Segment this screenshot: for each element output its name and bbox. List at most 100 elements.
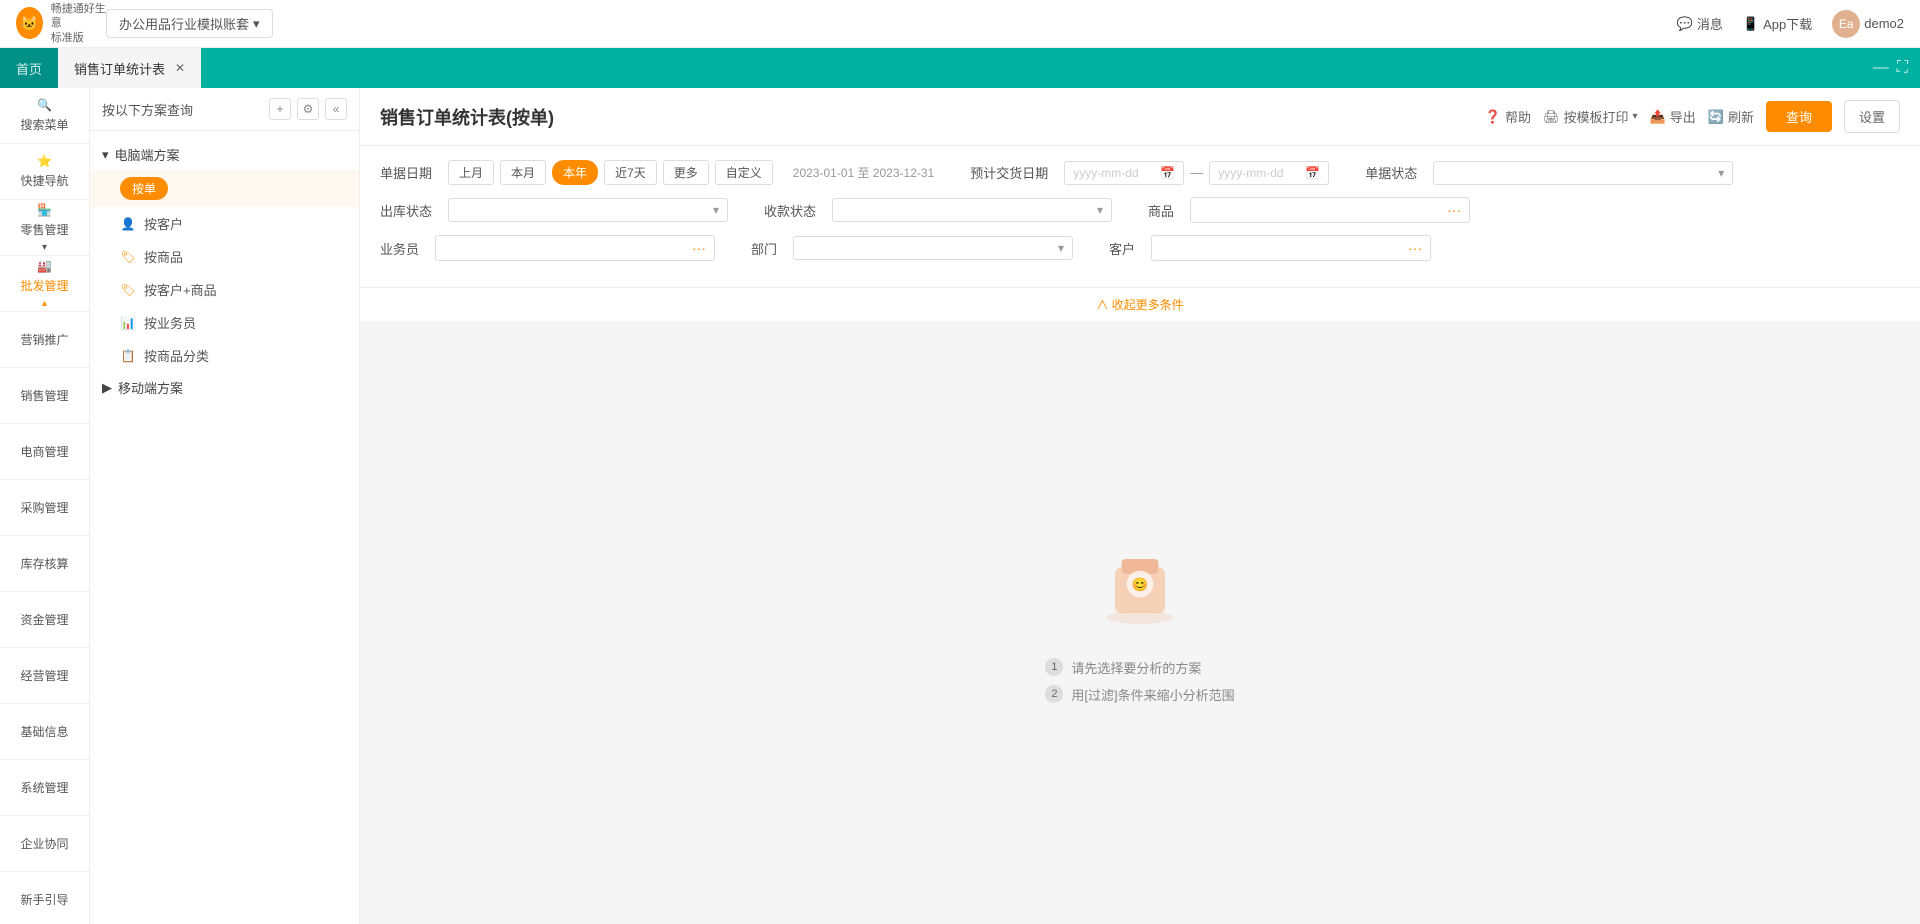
tree-item-by-salesperson[interactable]: 📊 按业务员	[90, 306, 359, 339]
tree-item-by-category[interactable]: 📋 按商品分类	[90, 339, 359, 372]
scheme-settings-btn[interactable]: ⚙	[297, 98, 319, 120]
tab-close-icon[interactable]: ✕	[175, 61, 185, 75]
collapse-bar[interactable]: ∧ 收起更多条件	[360, 287, 1920, 321]
chevron-down-dept: ▾	[1058, 241, 1064, 255]
tree-item-by-customer[interactable]: 👤 按客户	[90, 207, 359, 240]
date-btn-last-7-days[interactable]: 近7天	[604, 160, 657, 185]
sidebar-item-enterprise-agree[interactable]: 企业协同	[0, 816, 89, 872]
tree-item-by-order[interactable]: 按单	[90, 170, 359, 207]
sidebar-item-purchase[interactable]: 采购管理	[0, 480, 89, 536]
date-btn-this-year[interactable]: 本年	[552, 160, 598, 185]
date-btn-more[interactable]: 更多	[663, 160, 709, 185]
chevron-down-print: ▾	[1633, 111, 1638, 122]
print-icon: 🖨	[1543, 109, 1560, 125]
collection-status-label: 收款状态	[764, 201, 816, 220]
customer-icon: 👤	[120, 216, 136, 232]
tree-group-pc[interactable]: ▾ 电脑端方案	[90, 139, 359, 170]
filter-row-2: 出库状态 ▾ 收款状态 ▾ 商品 ···	[380, 197, 1900, 223]
help-icon: ❓	[1485, 109, 1501, 125]
app-download-btn[interactable]: 📱 App下载	[1743, 14, 1812, 33]
calendar-icon-start: 📅	[1160, 166, 1175, 180]
app-selector[interactable]: 办公用品行业模拟账套 ▾	[106, 9, 273, 38]
settings-button[interactable]: 设置	[1844, 100, 1900, 133]
message-icon: 💬	[1677, 16, 1693, 32]
chevron-right-icon-mobile: ▶	[102, 380, 112, 396]
expected-delivery-end[interactable]: yyyy-mm-dd 📅	[1209, 161, 1329, 185]
product-icon: 🏷	[120, 249, 136, 265]
svg-text:😊: 😊	[1132, 577, 1149, 592]
expected-delivery-input-group: yyyy-mm-dd 📅 — yyyy-mm-dd 📅	[1064, 161, 1329, 185]
tab-minimize-icon[interactable]: —	[1873, 59, 1889, 77]
dots-icon-salesperson[interactable]: ···	[692, 240, 706, 256]
add-scheme-btn[interactable]: +	[269, 98, 291, 120]
tree-section: ▾ 电脑端方案 按单 👤 按客户 🏷 按商品 🏷 按客户+商品	[90, 131, 359, 411]
chevron-down-collection: ▾	[1097, 203, 1103, 217]
user-avatar-area[interactable]: Ea demo2	[1832, 10, 1904, 38]
sidebar-item-inventory[interactable]: 库存核算	[0, 536, 89, 592]
sidebar-item-finance[interactable]: 资金管理	[0, 592, 89, 648]
template-print-btn[interactable]: 🖨 按模板打印 ▾	[1543, 107, 1638, 126]
customer-select[interactable]: ···	[1151, 235, 1431, 261]
date-shortcuts: 上月 本月 本年 近7天 更多 自定义	[448, 160, 773, 185]
filter-row-3: 业务员 ··· 部门 ▾ 客户 ···	[380, 235, 1900, 261]
date-range-text: 2023-01-01 至 2023-12-31	[793, 164, 934, 181]
tab-home[interactable]: 首页	[0, 48, 58, 88]
page-actions: ❓ 帮助 🖨 按模板打印 ▾ 📤 导出 🔄	[1485, 100, 1900, 133]
left-panel-header: 按以下方案查询 + ⚙ «	[90, 88, 359, 131]
order-status-select[interactable]: ▾	[1433, 161, 1733, 185]
sidebar-item-ecommerce[interactable]: 电商管理	[0, 424, 89, 480]
expected-delivery-start[interactable]: yyyy-mm-dd 📅	[1064, 161, 1184, 185]
refresh-btn[interactable]: 🔄 刷新	[1708, 107, 1754, 126]
query-button[interactable]: 查询	[1766, 101, 1832, 132]
tab-bar-actions: — ⛶	[1873, 59, 1920, 77]
empty-tips: 1 请先选择要分析的方案 2 用[过滤]条件来缩小分析范围	[1045, 658, 1234, 712]
date-btn-last-month[interactable]: 上月	[448, 160, 494, 185]
date-btn-this-month[interactable]: 本月	[500, 160, 546, 185]
sidebar-item-new-guide[interactable]: 新手引导	[0, 872, 89, 924]
tree-item-by-product[interactable]: 🏷 按商品	[90, 240, 359, 273]
tab-maximize-icon[interactable]: ⛶	[1897, 59, 1908, 77]
retail-icon: 🏪	[37, 203, 52, 217]
sidebar-item-marketing[interactable]: 营销推广	[0, 312, 89, 368]
tree-group-mobile[interactable]: ▶ 移动端方案	[90, 372, 359, 403]
tab-sales-order-stats[interactable]: 销售订单统计表 ✕	[58, 48, 201, 88]
chevron-down-order-status: ▾	[1718, 166, 1724, 180]
salesperson-select[interactable]: ···	[435, 235, 715, 261]
chevron-down-shipment: ▾	[713, 203, 719, 217]
sidebar-item-system[interactable]: 系统管理	[0, 760, 89, 816]
avatar: Ea	[1832, 10, 1860, 38]
shipment-status-select[interactable]: ▾	[448, 198, 728, 222]
mobile-icon: 📱	[1743, 16, 1759, 32]
salesperson-icon: 📊	[120, 315, 136, 331]
sidebar-item-quick-nav[interactable]: ⭐ 快捷导航	[0, 144, 89, 200]
product-label: 商品	[1148, 201, 1174, 220]
main-content: 销售订单统计表(按单) ❓ 帮助 🖨 按模板打印 ▾ 📤	[360, 88, 1920, 924]
collection-status-select[interactable]: ▾	[832, 198, 1112, 222]
sidebar-item-retail[interactable]: 🏪 零售管理 ▾	[0, 200, 89, 256]
collapse-icon-up: ∧	[1096, 298, 1111, 312]
tree-item-by-customer-product[interactable]: 🏷 按客户+商品	[90, 273, 359, 306]
product-select[interactable]: ···	[1190, 197, 1470, 223]
sidebar-item-sales[interactable]: 销售管理	[0, 368, 89, 424]
expand-icon: ▾	[42, 242, 47, 253]
help-btn[interactable]: ❓ 帮助	[1485, 107, 1531, 126]
sidebar-item-operations[interactable]: 经营管理	[0, 648, 89, 704]
logo-area: 🐱 畅捷通好生意 标准版	[16, 2, 106, 45]
export-btn[interactable]: 📤 导出	[1650, 107, 1696, 126]
customer-product-icon: 🏷	[120, 282, 136, 298]
department-select[interactable]: ▾	[793, 236, 1073, 260]
date-btn-custom[interactable]: 自定义	[715, 160, 773, 185]
collapse-panel-btn[interactable]: «	[325, 98, 347, 120]
expected-delivery-label: 预计交货日期	[970, 163, 1048, 182]
dots-icon-customer[interactable]: ···	[1408, 240, 1422, 256]
content-area: 按以下方案查询 + ⚙ « ▾ 电脑端方案 按单 👤 按客户 🏷	[90, 88, 1920, 924]
star-icon: ⭐	[37, 154, 52, 168]
message-btn[interactable]: 💬 消息	[1677, 14, 1723, 33]
dots-icon-product[interactable]: ···	[1447, 202, 1461, 218]
empty-tip-2: 2 用[过滤]条件来缩小分析范围	[1045, 685, 1234, 704]
export-icon: 📤	[1650, 109, 1666, 125]
sidebar-item-basic-info[interactable]: 基础信息	[0, 704, 89, 760]
sidebar-item-search[interactable]: 🔍 搜索菜单	[0, 88, 89, 144]
sidebar: 🔍 搜索菜单 ⭐ 快捷导航 🏪 零售管理 ▾ 🏭 批发管理 ▴ 营销推广 销售管…	[0, 88, 90, 924]
sidebar-item-wholesale[interactable]: 🏭 批发管理 ▴	[0, 256, 89, 312]
